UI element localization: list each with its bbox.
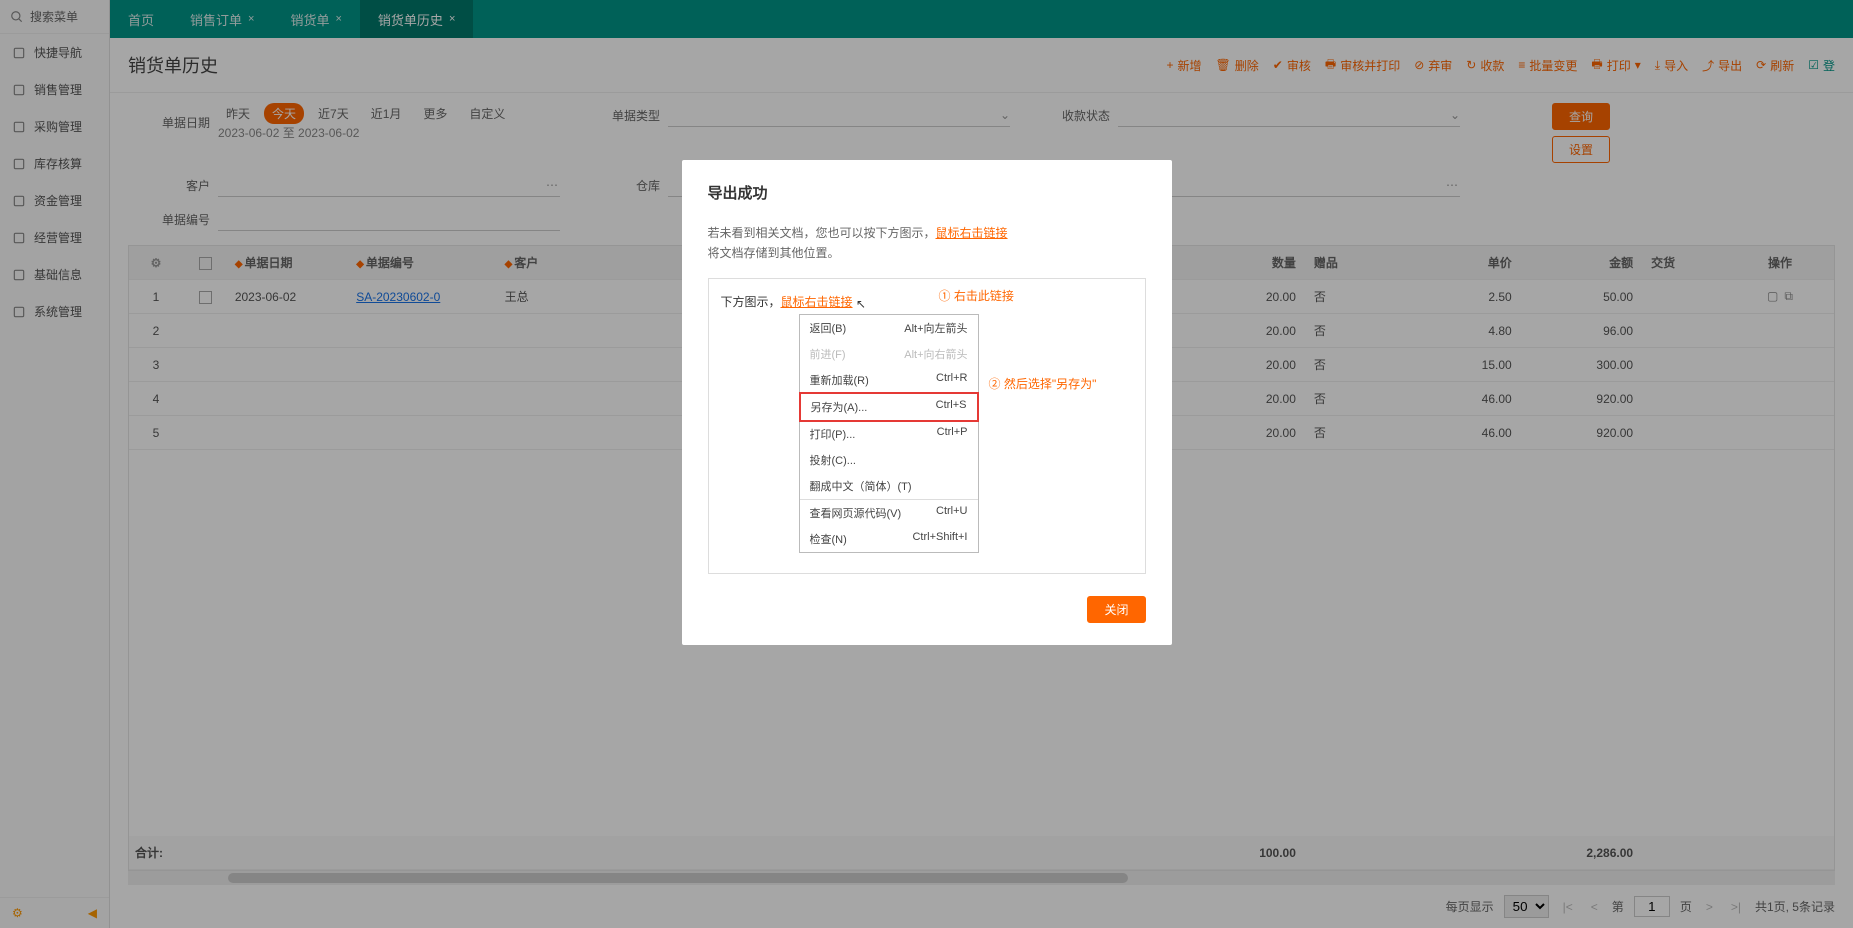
tip-1: ① 右击此链接 [939,287,1014,304]
right-click-link[interactable]: 鼠标右击链接 [936,226,1008,240]
tip-2: ② 然后选择"另存为" [989,375,1097,392]
close-button[interactable]: 关闭 [1087,596,1145,623]
ctx-item: 打印(P)...Ctrl+P [800,421,978,447]
ctx-item: 检查(N)Ctrl+Shift+I [800,526,978,552]
modal-overlay: 导出成功 若未看到相关文档，您也可以按下方图示，鼠标右击链接 将文档存储到其他位… [0,0,1853,928]
context-menu-illustration: 返回(B)Alt+向左箭头前进(F)Alt+向右箭头重新加载(R)Ctrl+R另… [799,314,979,553]
modal-title: 导出成功 [708,182,1146,203]
export-success-modal: 导出成功 若未看到相关文档，您也可以按下方图示，鼠标右击链接 将文档存储到其他位… [682,160,1172,645]
diagram-link: 鼠标右击链接 [781,295,853,309]
modal-text: 若未看到相关文档，您也可以按下方图示，鼠标右击链接 将文档存储到其他位置。 [708,223,1146,264]
instruction-diagram: 下方图示，鼠标右击链接 ↖ ① 右击此链接 返回(B)Alt+向左箭头前进(F)… [708,278,1146,574]
ctx-item: 另存为(A)...Ctrl+S [799,392,979,422]
ctx-item: 投射(C)... [800,447,978,473]
ctx-item: 返回(B)Alt+向左箭头 [800,315,978,341]
ctx-item: 前进(F)Alt+向右箭头 [800,341,978,367]
cursor-icon: ↖ [856,297,866,311]
ctx-item: 查看网页源代码(V)Ctrl+U [800,499,978,526]
ctx-item: 翻成中文（简体）(T) [800,473,978,499]
ctx-item: 重新加载(R)Ctrl+R [800,367,978,393]
